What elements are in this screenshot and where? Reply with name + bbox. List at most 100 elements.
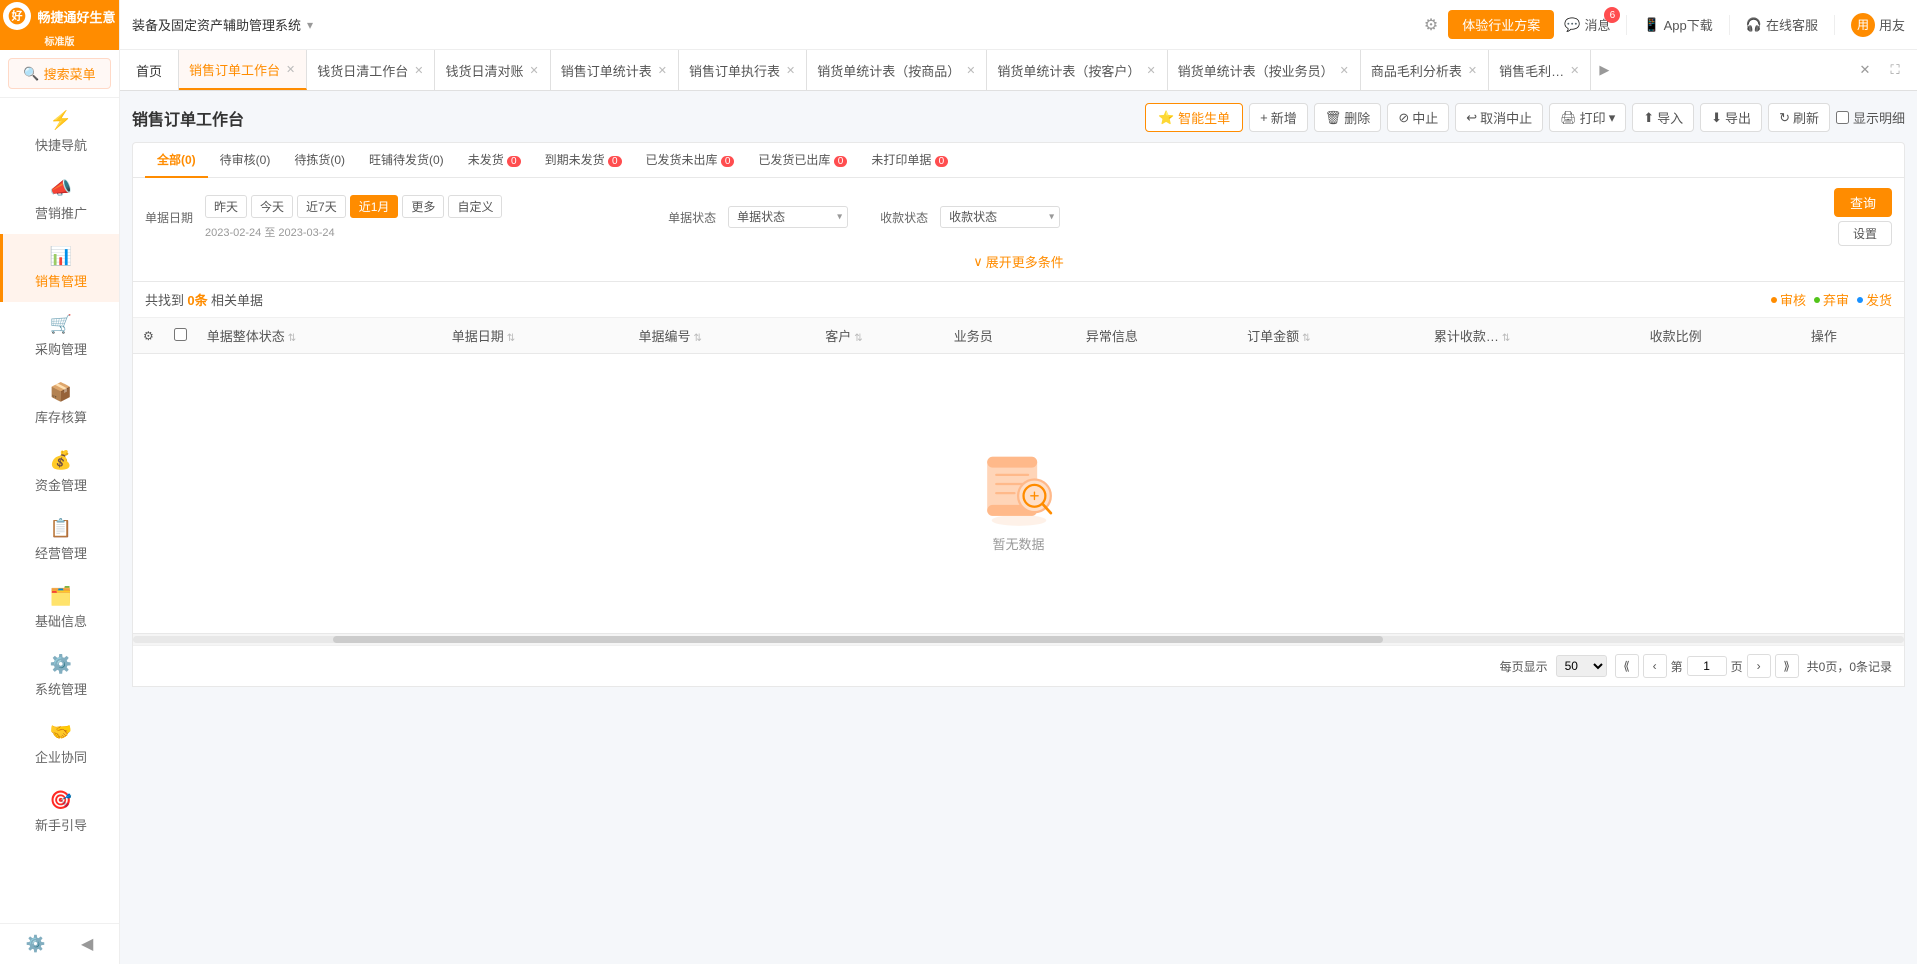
- page-prev-btn[interactable]: ‹: [1643, 654, 1667, 678]
- page-next-btn[interactable]: ›: [1747, 654, 1771, 678]
- sub-tab-not-printed[interactable]: 未打印单据 0: [859, 143, 960, 178]
- sort-amount-icon[interactable]: ⇅: [1302, 333, 1310, 344]
- tab-close-2[interactable]: ✕: [529, 63, 540, 78]
- tab-close-8[interactable]: ✕: [1467, 63, 1478, 78]
- sub-tab-wangpu-ship[interactable]: 旺铺待发货(0): [357, 143, 456, 178]
- refresh-button[interactable]: ↻ 刷新: [1768, 103, 1830, 132]
- tab-shipment-by-product[interactable]: 销货单统计表（按商品） ✕: [807, 50, 987, 90]
- audit-action[interactable]: 审核: [1771, 290, 1806, 309]
- sidebar-item-quick-nav[interactable]: ⚡ 快捷导航: [0, 98, 119, 166]
- tab-action-fullscreen[interactable]: ⛶: [1881, 56, 1909, 84]
- status-select-wrap: 单据状态: [728, 206, 848, 228]
- search-menu-button[interactable]: 🔍 搜索菜单: [8, 58, 111, 89]
- payment-select[interactable]: 收款状态: [940, 206, 1060, 228]
- page-last-btn[interactable]: ⟫: [1775, 654, 1799, 678]
- add-icon: +: [1260, 110, 1268, 125]
- sub-tab-not-shipped[interactable]: 未发货 0: [456, 143, 533, 178]
- sub-tab-shipped-not-out[interactable]: 已发货未出库 0: [634, 143, 747, 178]
- sidebar-item-inventory[interactable]: 📦 库存核算: [0, 370, 119, 438]
- export-button[interactable]: ⬇ 导出: [1700, 103, 1762, 132]
- sidebar-item-finance[interactable]: 💰 资金管理: [0, 438, 119, 506]
- sidebar-item-system[interactable]: ⚙️ 系统管理: [0, 642, 119, 710]
- expand-conditions-btn[interactable]: ∨ 展开更多条件: [973, 252, 1064, 271]
- delete-button[interactable]: 🗑 删除: [1314, 103, 1382, 132]
- sub-tab-pending-audit[interactable]: 待审核(0): [208, 143, 283, 178]
- tab-close-0[interactable]: ✕: [285, 62, 296, 77]
- cancel-stop-button[interactable]: ↩ 取消中止: [1455, 103, 1543, 132]
- page-input[interactable]: [1687, 656, 1727, 676]
- status-select[interactable]: 单据状态: [728, 206, 848, 228]
- tab-home[interactable]: 首页: [120, 50, 179, 90]
- tab-close-9[interactable]: ✕: [1569, 63, 1580, 78]
- collapse-icon[interactable]: ◀: [81, 934, 93, 954]
- sidebar-item-operation[interactable]: 📋 经营管理: [0, 506, 119, 574]
- tab-cash-clear[interactable]: 钱货日清工作台 ✕: [307, 50, 435, 90]
- industry-solution-button[interactable]: 体验行业方案: [1448, 10, 1554, 39]
- system-dropdown-icon[interactable]: ▾: [307, 18, 313, 32]
- tab-more-btn[interactable]: ▶: [1591, 50, 1617, 90]
- sort-number-icon[interactable]: ⇅: [693, 333, 701, 344]
- tab-cash-reconcile[interactable]: 钱货日清对账 ✕: [435, 50, 550, 90]
- per-page-select[interactable]: 50 10 20 100: [1556, 655, 1607, 677]
- user-item[interactable]: 用 用友: [1851, 13, 1905, 37]
- sidebar-item-cooperation[interactable]: 🤝 企业协同: [0, 710, 119, 778]
- sidebar-item-guide[interactable]: 🎯 新手引导: [0, 778, 119, 846]
- online-service-item[interactable]: 🎧 在线客服: [1746, 15, 1818, 34]
- cancel-audit-action[interactable]: 弃审: [1814, 290, 1849, 309]
- sort-received-icon[interactable]: ⇅: [1502, 333, 1510, 344]
- tab-close-7[interactable]: ✕: [1339, 63, 1350, 78]
- horizontal-scrollbar[interactable]: [133, 633, 1904, 645]
- show-detail-label[interactable]: 显示明细: [1836, 108, 1905, 127]
- stop-button[interactable]: ⊘ 中止: [1387, 103, 1449, 132]
- sub-tab-overdue-not-shipped[interactable]: 到期未发货 0: [533, 143, 634, 178]
- col-settings[interactable]: ⚙: [133, 318, 164, 354]
- sub-tab-all[interactable]: 全部(0): [145, 143, 208, 178]
- sidebar-item-purchase[interactable]: 🛒 采购管理: [0, 302, 119, 370]
- header-settings-icon[interactable]: ⚙: [1424, 15, 1438, 35]
- tab-sales-stats[interactable]: 销售订单统计表 ✕: [551, 50, 679, 90]
- add-button[interactable]: + 新增: [1249, 103, 1308, 132]
- app-sub: 标准版: [45, 33, 75, 48]
- date-btn-more[interactable]: 更多: [402, 195, 444, 218]
- sidebar-item-marketing[interactable]: 📣 营销推广: [0, 166, 119, 234]
- sidebar-item-sales[interactable]: 📊 销售管理: [0, 234, 119, 302]
- date-btn-1month[interactable]: 近1月: [350, 195, 399, 218]
- print-button[interactable]: 🖨 打印 ▾: [1549, 103, 1626, 132]
- tab-shipment-by-customer[interactable]: 销货单统计表（按客户） ✕: [987, 50, 1167, 90]
- scrollbar-thumb[interactable]: [333, 636, 1383, 643]
- sort-date-icon[interactable]: ⇅: [507, 333, 515, 344]
- sort-status-icon[interactable]: ⇅: [288, 333, 296, 344]
- page-first-btn[interactable]: ⟪: [1615, 654, 1639, 678]
- show-detail-checkbox[interactable]: [1836, 111, 1849, 124]
- smart-create-button[interactable]: ⭐ 智能生单: [1145, 103, 1243, 132]
- sidebar-item-base[interactable]: 🗂️ 基础信息: [0, 574, 119, 642]
- settings-footer-icon[interactable]: ⚙️: [26, 934, 46, 954]
- tab-close-3[interactable]: ✕: [657, 63, 668, 78]
- tab-sales-margin[interactable]: 销售毛利… ✕: [1489, 50, 1591, 90]
- select-all-checkbox[interactable]: [174, 328, 187, 341]
- ship-action[interactable]: 发货: [1857, 290, 1892, 309]
- tab-close-6[interactable]: ✕: [1145, 63, 1156, 78]
- app-download-item[interactable]: 📱 App下载: [1643, 15, 1712, 34]
- sort-customer-icon[interactable]: ⇅: [854, 333, 862, 344]
- query-button[interactable]: 查询: [1834, 188, 1892, 217]
- col-checkbox[interactable]: [164, 318, 197, 354]
- tab-close-5[interactable]: ✕: [965, 63, 976, 78]
- sub-tab-shipped-out[interactable]: 已发货已出库 0: [746, 143, 859, 178]
- tab-close-4[interactable]: ✕: [785, 63, 796, 78]
- audit-dot: [1771, 297, 1777, 303]
- setting-button[interactable]: 设置: [1838, 221, 1892, 246]
- tab-shipment-by-salesman[interactable]: 销货单统计表（按业务员） ✕: [1168, 50, 1361, 90]
- date-btn-7days[interactable]: 近7天: [297, 195, 346, 218]
- date-btn-custom[interactable]: 自定义: [448, 195, 502, 218]
- tab-sales-exec[interactable]: 销售订单执行表 ✕: [679, 50, 807, 90]
- tab-action-prev[interactable]: ✕: [1851, 56, 1879, 84]
- date-btn-today[interactable]: 今天: [251, 195, 293, 218]
- message-item[interactable]: 💬 6 消息: [1564, 15, 1610, 34]
- tab-close-1[interactable]: ✕: [413, 63, 424, 78]
- tab-margin-analysis[interactable]: 商品毛利分析表 ✕: [1361, 50, 1489, 90]
- sub-tab-pending-pick[interactable]: 待拣货(0): [282, 143, 357, 178]
- tab-sales-order-workbench[interactable]: 销售订单工作台 ✕: [179, 50, 307, 90]
- import-button[interactable]: ⬆ 导入: [1632, 103, 1694, 132]
- date-btn-yesterday[interactable]: 昨天: [205, 195, 247, 218]
